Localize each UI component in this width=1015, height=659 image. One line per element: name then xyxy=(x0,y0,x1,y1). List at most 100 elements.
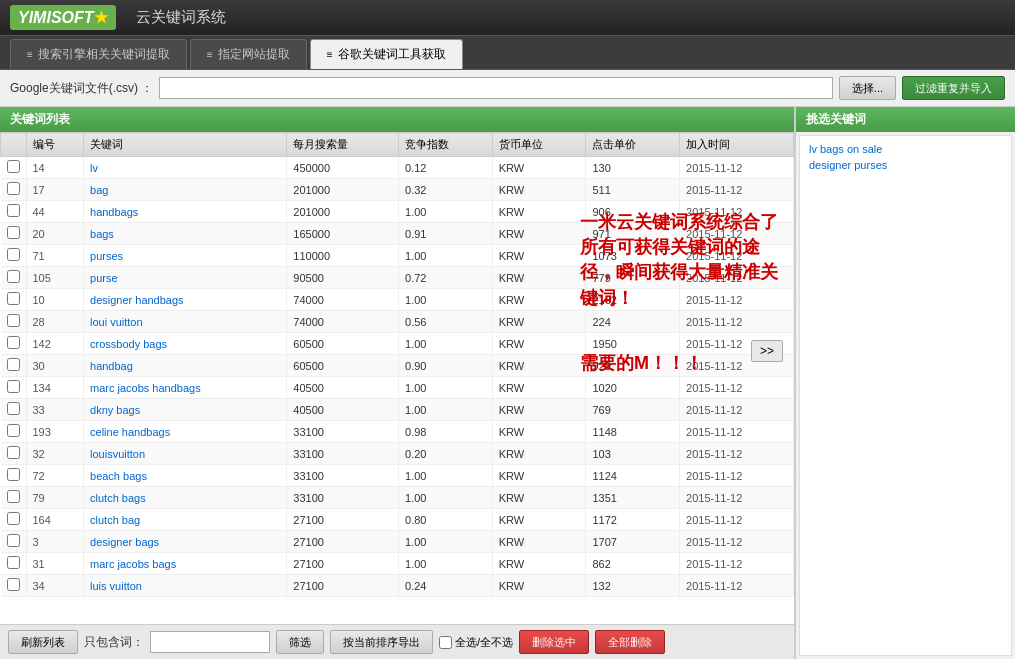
table-row: 34 luis vuitton 27100 0.24 KRW 132 2015-… xyxy=(1,575,794,597)
keyword-table-container[interactable]: 编号 关键词 每月搜索量 竞争指数 货币单位 点击单价 加入时间 14 xyxy=(0,132,794,624)
import-button[interactable]: 过滤重复并导入 xyxy=(902,76,1005,100)
row-comp: 1.00 xyxy=(399,465,493,487)
row-checkbox[interactable] xyxy=(1,421,27,443)
filter-input[interactable] xyxy=(150,631,270,653)
row-id: 17 xyxy=(26,179,84,201)
row-monthly: 33100 xyxy=(287,465,399,487)
right-panel-content[interactable]: lv bags on saledesigner purses xyxy=(799,135,1012,656)
row-monthly: 201000 xyxy=(287,201,399,223)
row-checkbox[interactable] xyxy=(1,355,27,377)
row-checkbox[interactable] xyxy=(1,465,27,487)
row-date: 2015-11-12 xyxy=(680,487,794,509)
tab-label-3: 谷歌关键词工具获取 xyxy=(338,46,446,63)
row-checkbox[interactable] xyxy=(1,245,27,267)
right-keyword-item[interactable]: designer purses xyxy=(805,157,1006,173)
table-row: 28 loui vuitton 74000 0.56 KRW 224 2015-… xyxy=(1,311,794,333)
row-checkbox[interactable] xyxy=(1,377,27,399)
row-checkbox[interactable] xyxy=(1,201,27,223)
row-comp: 1.00 xyxy=(399,399,493,421)
row-keyword: dkny bags xyxy=(84,399,287,421)
row-comp: 1.00 xyxy=(399,377,493,399)
title-bar: YIMISOFT★ 云关键词系统 xyxy=(0,0,1015,36)
row-cpc: 2162 xyxy=(586,289,680,311)
row-date: 2015-11-12 xyxy=(680,575,794,597)
select-all-label[interactable]: 全选/全不选 xyxy=(439,635,513,650)
row-date: 2015-11-12 xyxy=(680,399,794,421)
row-currency: KRW xyxy=(492,157,586,179)
row-checkbox[interactable] xyxy=(1,267,27,289)
arrow-button[interactable]: >> xyxy=(751,340,783,362)
right-keyword-item[interactable]: lv bags on sale xyxy=(805,141,1006,157)
row-monthly: 33100 xyxy=(287,421,399,443)
row-cpc: 862 xyxy=(586,553,680,575)
row-checkbox[interactable] xyxy=(1,531,27,553)
filter-button[interactable]: 筛选 xyxy=(276,630,324,654)
table-row: 142 crossbody bags 60500 1.00 KRW 1950 2… xyxy=(1,333,794,355)
row-checkbox[interactable] xyxy=(1,399,27,421)
row-checkbox[interactable] xyxy=(1,443,27,465)
row-monthly: 74000 xyxy=(287,289,399,311)
row-monthly: 165000 xyxy=(287,223,399,245)
row-monthly: 60500 xyxy=(287,333,399,355)
row-currency: KRW xyxy=(492,289,586,311)
row-keyword: loui vuitton xyxy=(84,311,287,333)
col-currency: 货币单位 xyxy=(492,133,586,157)
row-cpc: 1148 xyxy=(586,421,680,443)
keyword-table: 编号 关键词 每月搜索量 竞争指数 货币单位 点击单价 加入时间 14 xyxy=(0,132,794,597)
row-currency: KRW xyxy=(492,553,586,575)
choose-button[interactable]: 选择... xyxy=(839,76,896,100)
row-monthly: 27100 xyxy=(287,531,399,553)
table-row: 14 lv 450000 0.12 KRW 130 2015-11-12 xyxy=(1,157,794,179)
refresh-button[interactable]: 刷新列表 xyxy=(8,630,78,654)
row-checkbox[interactable] xyxy=(1,575,27,597)
tab-google-tool[interactable]: ≡ 谷歌关键词工具获取 xyxy=(310,39,463,69)
tab-icon-2: ≡ xyxy=(207,49,213,60)
table-row: 79 clutch bags 33100 1.00 KRW 1351 2015-… xyxy=(1,487,794,509)
col-comp: 竞争指数 xyxy=(399,133,493,157)
row-currency: KRW xyxy=(492,179,586,201)
select-all-text: 全选/全不选 xyxy=(455,635,513,650)
row-keyword: louisvuitton xyxy=(84,443,287,465)
row-currency: KRW xyxy=(492,201,586,223)
row-comp: 0.72 xyxy=(399,267,493,289)
row-checkbox[interactable] xyxy=(1,311,27,333)
row-cpc: 906 xyxy=(586,201,680,223)
row-currency: KRW xyxy=(492,443,586,465)
logo-area: YIMISOFT★ xyxy=(10,5,116,30)
row-checkbox[interactable] xyxy=(1,553,27,575)
tab-search-engine[interactable]: ≡ 搜索引擎相关关键词提取 xyxy=(10,39,187,69)
row-checkbox[interactable] xyxy=(1,289,27,311)
table-row: 44 handbags 201000 1.00 KRW 906 2015-11-… xyxy=(1,201,794,223)
row-checkbox[interactable] xyxy=(1,333,27,355)
table-row: 20 bags 165000 0.91 KRW 971 2015-11-12 xyxy=(1,223,794,245)
row-keyword: clutch bag xyxy=(84,509,287,531)
keyword-list-header: 关键词列表 xyxy=(0,107,794,132)
row-cpc: 132 xyxy=(586,575,680,597)
table-row: 31 marc jacobs bags 27100 1.00 KRW 862 2… xyxy=(1,553,794,575)
row-checkbox[interactable] xyxy=(1,179,27,201)
row-comp: 1.00 xyxy=(399,333,493,355)
export-button[interactable]: 按当前排序导出 xyxy=(330,630,433,654)
row-date: 2015-11-12 xyxy=(680,553,794,575)
tab-bar: ≡ 搜索引擎相关关键词提取 ≡ 指定网站提取 ≡ 谷歌关键词工具获取 xyxy=(0,36,1015,70)
delete-all-button[interactable]: 全部删除 xyxy=(595,630,665,654)
row-monthly: 201000 xyxy=(287,179,399,201)
row-checkbox[interactable] xyxy=(1,509,27,531)
row-id: 3 xyxy=(26,531,84,553)
delete-selected-button[interactable]: 删除选中 xyxy=(519,630,589,654)
row-checkbox[interactable] xyxy=(1,223,27,245)
row-checkbox[interactable] xyxy=(1,157,27,179)
row-monthly: 60500 xyxy=(287,355,399,377)
file-input[interactable] xyxy=(159,77,832,99)
tab-website[interactable]: ≡ 指定网站提取 xyxy=(190,39,307,69)
row-date: 2015-11-12 xyxy=(680,223,794,245)
row-cpc: 1707 xyxy=(586,531,680,553)
row-keyword: marc jacobs handbags xyxy=(84,377,287,399)
row-currency: KRW xyxy=(492,575,586,597)
select-all-checkbox[interactable] xyxy=(439,636,452,649)
row-comp: 0.24 xyxy=(399,575,493,597)
table-row: 30 handbag 60500 0.90 KRW 926 2015-11-12 xyxy=(1,355,794,377)
row-checkbox[interactable] xyxy=(1,487,27,509)
row-date: 2015-11-12 xyxy=(680,201,794,223)
row-currency: KRW xyxy=(492,311,586,333)
